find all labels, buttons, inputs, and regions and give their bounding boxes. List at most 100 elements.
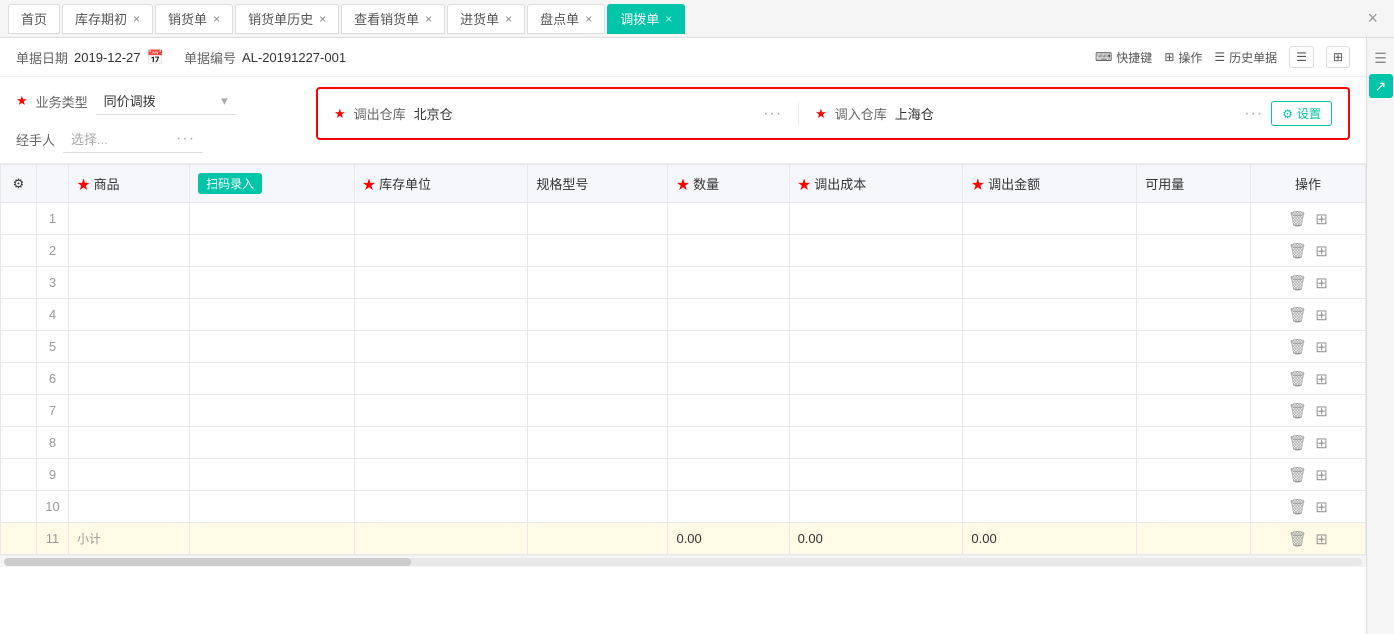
unit-col-header: ★ 库存单位: [354, 165, 528, 203]
delete-icon[interactable]: 🗑: [1288, 274, 1307, 292]
close-tab-inventory-check[interactable]: ×: [585, 13, 592, 25]
scan-cell: [190, 235, 354, 267]
op-cell: 🗑 ⊞: [1250, 459, 1365, 491]
layout-btn[interactable]: ☰: [1289, 46, 1314, 68]
copy-icon[interactable]: ⊞: [1315, 338, 1328, 356]
op-col-header: 操作: [1250, 165, 1365, 203]
product-cell[interactable]: [69, 395, 190, 427]
copy-icon[interactable]: ⊞: [1315, 498, 1328, 516]
qty-cell: [668, 363, 789, 395]
tab-purchase[interactable]: 进货单 ×: [447, 4, 525, 34]
sidebar-notes-icon[interactable]: ☰: [1369, 46, 1393, 70]
biz-type-req: ★: [16, 93, 28, 109]
tab-inventory-check[interactable]: 盘点单 ×: [527, 4, 605, 34]
table-row: 6 🗑 ⊞: [1, 363, 1366, 395]
history-icon: ☰: [1214, 50, 1225, 64]
op-cell: 🗑 ⊞: [1250, 395, 1365, 427]
delete-icon[interactable]: 🗑: [1288, 530, 1307, 548]
sidebar-expand-icon[interactable]: ↗: [1369, 74, 1393, 98]
copy-icon[interactable]: ⊞: [1315, 210, 1328, 228]
cost-cell: [789, 267, 963, 299]
close-tab-sales-history[interactable]: ×: [319, 13, 326, 25]
close-all-tabs-icon[interactable]: ×: [1359, 8, 1386, 29]
amount-cell: [963, 395, 1137, 427]
product-cell[interactable]: [69, 235, 190, 267]
gear-cell: [1, 363, 37, 395]
delete-icon[interactable]: 🗑: [1288, 338, 1307, 356]
operation-action[interactable]: ⊞ 操作: [1164, 49, 1202, 66]
cost-cell: [789, 459, 963, 491]
calendar-icon[interactable]: 📅: [147, 49, 164, 66]
copy-icon[interactable]: ⊞: [1315, 434, 1328, 452]
gear-icon: ⚙: [13, 176, 25, 191]
table-row: 8 🗑 ⊞: [1, 427, 1366, 459]
close-tab-view-sales[interactable]: ×: [425, 13, 432, 25]
tab-bar: 首页 库存期初 × 销货单 × 销货单历史 × 查看销货单 × 进货单 × 盘点…: [0, 0, 1394, 38]
product-cell[interactable]: [69, 203, 190, 235]
biz-type-select[interactable]: 同价调拨 ▾: [96, 87, 236, 115]
gear-cell: [1, 235, 37, 267]
scan-button[interactable]: 扫码录入: [198, 173, 262, 194]
close-tab-sales[interactable]: ×: [213, 13, 220, 25]
doc-number-value: AL-20191227-001: [242, 50, 346, 65]
copy-icon[interactable]: ⊞: [1315, 370, 1328, 388]
delete-icon[interactable]: 🗑: [1288, 434, 1307, 452]
tab-transfer[interactable]: 调拨单 ×: [607, 4, 685, 34]
product-cell[interactable]: [69, 299, 190, 331]
copy-icon[interactable]: ⊞: [1315, 530, 1328, 548]
in-warehouse-more-icon[interactable]: ···: [1244, 105, 1263, 123]
close-tab-transfer[interactable]: ×: [665, 13, 672, 25]
copy-icon[interactable]: ⊞: [1315, 402, 1328, 420]
copy-icon[interactable]: ⊞: [1315, 306, 1328, 324]
delete-icon[interactable]: 🗑: [1288, 370, 1307, 388]
table-row: 4 🗑 ⊞: [1, 299, 1366, 331]
qty-cell: [668, 267, 789, 299]
tab-inventory-init[interactable]: 库存期初 ×: [62, 4, 153, 34]
table-row: 7 🗑 ⊞: [1, 395, 1366, 427]
op-cell: 🗑 ⊞: [1250, 491, 1365, 523]
delete-icon[interactable]: 🗑: [1288, 210, 1307, 228]
delete-icon[interactable]: 🗑: [1288, 466, 1307, 484]
unit-cell: [354, 363, 528, 395]
tab-home[interactable]: 首页: [8, 4, 60, 34]
product-cell[interactable]: [69, 331, 190, 363]
copy-icon[interactable]: ⊞: [1315, 274, 1328, 292]
close-tab-inventory-init[interactable]: ×: [133, 13, 140, 25]
out-warehouse-more-icon[interactable]: ···: [763, 105, 782, 123]
product-cell[interactable]: [69, 363, 190, 395]
row-num-cell: 2: [37, 235, 69, 267]
delete-icon[interactable]: 🗑: [1288, 402, 1307, 420]
amount-cell: [963, 203, 1137, 235]
warehouse-setting-button[interactable]: ⚙ 设置: [1271, 101, 1332, 126]
amount-cell: [963, 235, 1137, 267]
delete-icon[interactable]: 🗑: [1288, 498, 1307, 516]
scan-cell: [190, 331, 354, 363]
product-cell[interactable]: [69, 491, 190, 523]
history-action[interactable]: ☰ 历史单据: [1214, 49, 1277, 66]
shortcut-action[interactable]: ⌨ 快捷键: [1095, 49, 1152, 66]
copy-icon[interactable]: ⊞: [1315, 242, 1328, 260]
close-tab-purchase[interactable]: ×: [505, 13, 512, 25]
op-cell: 🗑 ⊞: [1250, 235, 1365, 267]
horizontal-scrollbar[interactable]: [4, 558, 1362, 566]
tab-sales-history[interactable]: 销货单历史 ×: [235, 4, 339, 34]
scan-cell: [190, 267, 354, 299]
handler-more-icon[interactable]: ···: [176, 130, 195, 148]
copy-icon[interactable]: ⊞: [1315, 466, 1328, 484]
op-cell: 🗑 ⊞: [1250, 427, 1365, 459]
delete-icon[interactable]: 🗑: [1288, 306, 1307, 324]
product-cell[interactable]: [69, 427, 190, 459]
product-cell[interactable]: [69, 267, 190, 299]
product-cell[interactable]: [69, 459, 190, 491]
layout-grid-btn[interactable]: ⊞: [1326, 46, 1350, 68]
layout-grid-icon: ⊞: [1333, 50, 1343, 64]
cost-cell: [789, 299, 963, 331]
tab-sales[interactable]: 销货单 ×: [155, 4, 233, 34]
amount-cell: [963, 267, 1137, 299]
handler-select[interactable]: 选择... ···: [63, 125, 203, 153]
avail-col-header: 可用量: [1137, 165, 1251, 203]
tab-view-sales[interactable]: 查看销货单 ×: [341, 4, 445, 34]
gear-col-header[interactable]: ⚙: [1, 165, 37, 203]
delete-icon[interactable]: 🗑: [1288, 242, 1307, 260]
qty-cell: [668, 491, 789, 523]
